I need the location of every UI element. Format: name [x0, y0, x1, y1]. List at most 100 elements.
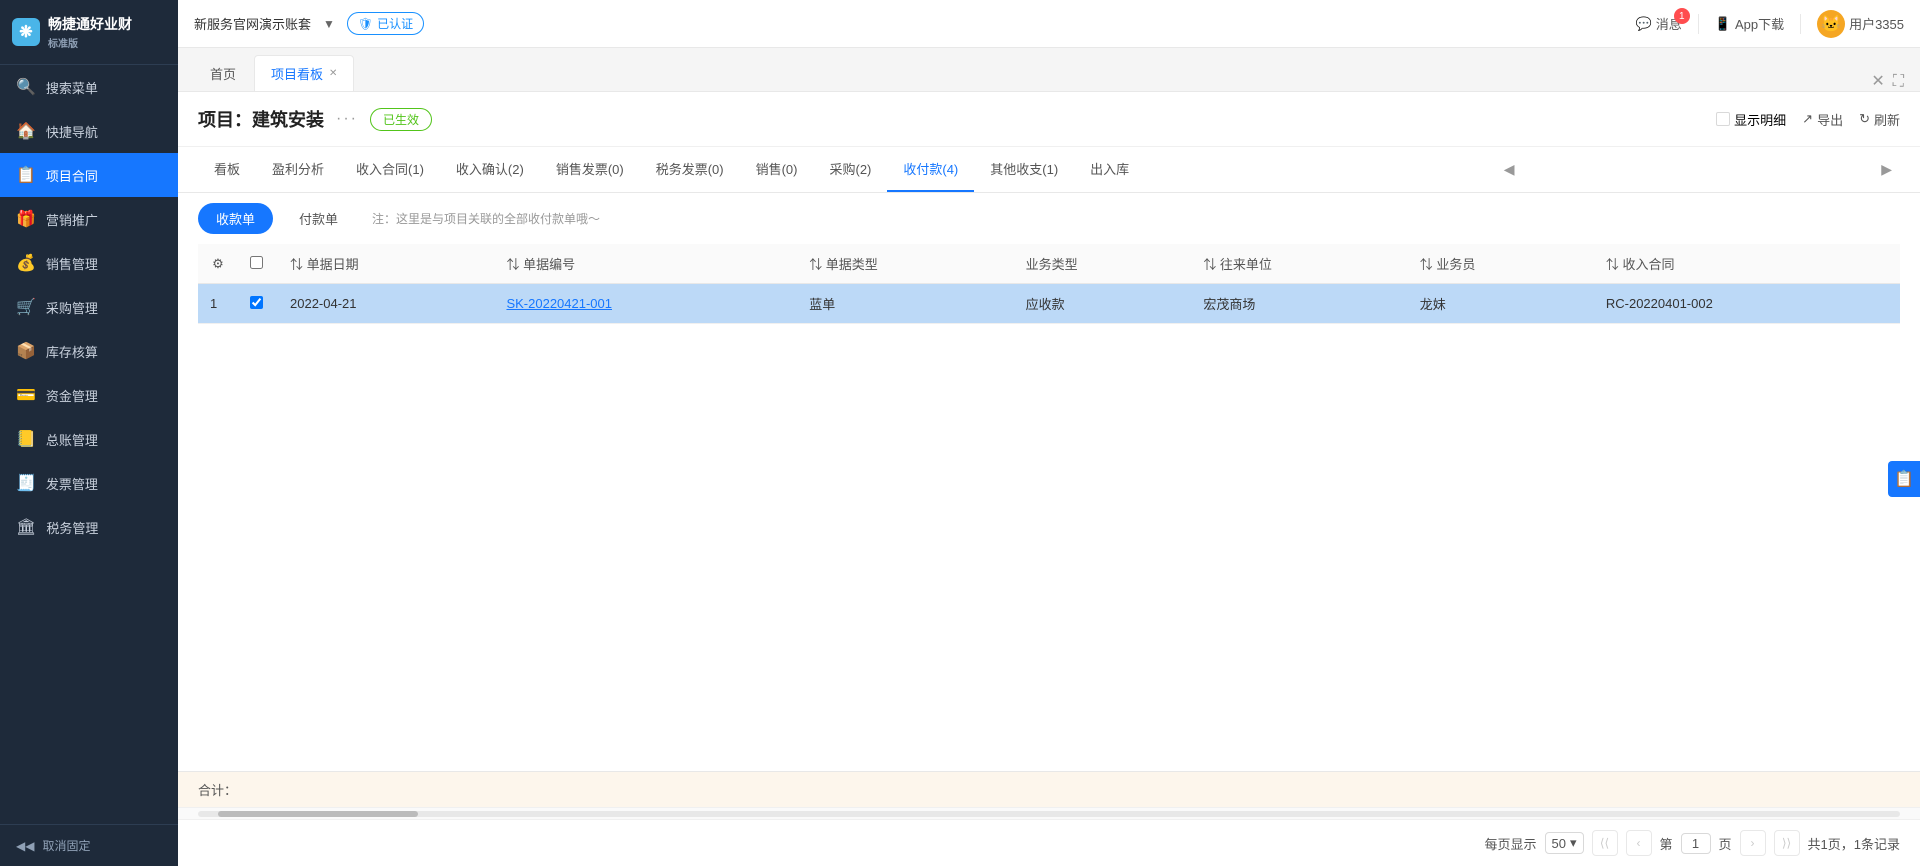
refresh-btn[interactable]: ↻ 刷新	[1859, 110, 1900, 129]
message-icon: 💬	[1636, 16, 1652, 32]
date-column-header[interactable]: ⇅ 单据日期	[278, 244, 494, 284]
salesman-column-header[interactable]: ⇅ 业务员	[1408, 244, 1594, 284]
sidebar-item-label: 库存核算	[46, 342, 98, 361]
sub-nav-item-profit[interactable]: 盈利分析	[256, 147, 340, 192]
page-suffix: 页	[1719, 834, 1732, 853]
show-detail-toggle[interactable]: 显示明细	[1716, 110, 1786, 129]
messages-badge: 1	[1674, 8, 1690, 24]
sub-nav-item-stock[interactable]: 出入库	[1074, 147, 1145, 192]
tab-maximize-btn[interactable]: ⛶	[1893, 73, 1904, 91]
row-number[interactable]: SK-20220421-001	[494, 284, 797, 324]
user-action[interactable]: 🐱 用户3355	[1817, 10, 1904, 38]
tab-close-window-btn[interactable]: ✕	[1871, 71, 1884, 91]
prev-page-btn[interactable]: ‹	[1626, 830, 1652, 856]
sidebar-item-quick-nav[interactable]: 🏠 快捷导航	[0, 109, 178, 153]
unpin-label: 取消固定	[42, 837, 90, 854]
sub-nav-item-sales-invoice[interactable]: 销售发票(0)	[540, 147, 640, 192]
table-row[interactable]: 1 2022-04-21 SK-20220421-001 蓝单 应收款 宏茂商场…	[198, 284, 1900, 324]
sidebar-item-label: 资金管理	[46, 386, 98, 405]
sidebar-item-invoice[interactable]: 🧾 发票管理	[0, 461, 178, 505]
row-index: 1	[198, 284, 238, 324]
app-download-action[interactable]: 📱 App下载	[1715, 14, 1784, 33]
tab-close-icon[interactable]: ✕	[329, 68, 337, 79]
row-type: 蓝单	[797, 284, 1013, 324]
project-title: 项目：建筑安装	[198, 106, 324, 132]
last-page-btn[interactable]: ⟩⟩	[1774, 830, 1800, 856]
page-label: 第	[1660, 834, 1673, 853]
verified-text: 已认证	[377, 15, 413, 32]
demo-account-dropdown[interactable]: ▼	[319, 15, 339, 33]
sub-nav-item-other[interactable]: 其他收支(1)	[974, 147, 1074, 192]
sub-nav-item-purchase[interactable]: 采购(2)	[813, 147, 887, 192]
sidebar-item-sales[interactable]: 💰 销售管理	[0, 241, 178, 285]
search-icon: 🔍	[16, 77, 36, 97]
sidebar-item-search[interactable]: 🔍 搜索菜单	[0, 65, 178, 109]
more-btn[interactable]: ···	[336, 110, 358, 128]
scrollbar-thumb[interactable]	[218, 811, 418, 817]
receipts-table: ⚙ ⇅ 单据日期 ⇅ 单据编号 ⇅ 单据类型 业务类型 ⇅ 往来单位 ⇅ 业务员…	[198, 244, 1900, 324]
sub-nav-item-income-confirm[interactable]: 收入确认(2)	[440, 147, 540, 192]
sidebar-item-inventory[interactable]: 📦 库存核算	[0, 329, 178, 373]
sidebar-item-purchase[interactable]: 🛒 采购管理	[0, 285, 178, 329]
contract-column-header[interactable]: ⇅ 收入合同	[1594, 244, 1900, 284]
number-column-header[interactable]: ⇅ 单据编号	[494, 244, 797, 284]
first-page-btn[interactable]: ⟨⟨	[1592, 830, 1618, 856]
sidebar-item-label: 快捷导航	[46, 122, 98, 141]
content: 项目：建筑安装 ··· 已生效 显示明细 ↗ 导出 ↻ 刷新	[178, 92, 1920, 866]
per-page-dropdown-icon: ▾	[1570, 835, 1577, 851]
sub-nav-item-kanban[interactable]: 看板	[198, 147, 256, 192]
sidebar-item-label: 采购管理	[46, 298, 98, 317]
main-area: 新服务官网演示账套 ▼ 🛡 已认证 💬 消息 1 📱 App下载 🐱 用户335…	[178, 0, 1920, 866]
scrollbar-track[interactable]	[198, 811, 1900, 817]
sidebar-item-tax[interactable]: 🏛 税务管理	[0, 505, 178, 549]
sub-nav-item-sales[interactable]: 销售(0)	[740, 147, 814, 192]
sidebar-item-ledger[interactable]: 📒 总账管理	[0, 417, 178, 461]
mobile-icon: 📱	[1715, 16, 1731, 32]
messages-action[interactable]: 💬 消息 1	[1636, 14, 1682, 33]
row-checkbox[interactable]	[238, 284, 278, 324]
user-label: 用户3355	[1849, 14, 1904, 33]
sidebar-item-project-contract[interactable]: 📋 项目合同	[0, 153, 178, 197]
partner-column-header[interactable]: ⇅ 往来单位	[1191, 244, 1407, 284]
tab-hint: 注：这里是与项目关联的全部收付款单哦～	[372, 210, 600, 227]
shield-icon: 🛡	[358, 17, 373, 31]
sales-icon: 💰	[16, 253, 36, 273]
tab-project-board-label: 项目看板	[271, 64, 323, 83]
sub-nav-prev-arrow[interactable]: ◀	[1496, 153, 1523, 186]
row-salesman: 龙妹	[1408, 284, 1594, 324]
row-partner: 宏茂商场	[1191, 284, 1407, 324]
sidebar-footer-unpin[interactable]: ◀◀ 取消固定	[0, 824, 178, 866]
payment-tab-btn[interactable]: 付款单	[281, 203, 356, 234]
settings-column-header[interactable]: ⚙	[198, 244, 238, 284]
verified-badge: 🛡 已认证	[347, 12, 424, 35]
divider2	[1800, 14, 1801, 34]
sub-nav-item-tax-invoice[interactable]: 税务发票(0)	[640, 147, 740, 192]
show-detail-checkbox[interactable]	[1716, 112, 1730, 126]
sidebar-item-finance[interactable]: 💳 资金管理	[0, 373, 178, 417]
export-btn[interactable]: ↗ 导出	[1802, 110, 1843, 129]
per-page-value: 50	[1552, 836, 1566, 851]
select-all-checkbox[interactable]	[250, 256, 263, 269]
sidebar-scroll: 🔍 搜索菜单 🏠 快捷导航 📋 项目合同 🎁 营销推广 💰 销售管理 🛒 采购管…	[0, 65, 178, 824]
type-column-header[interactable]: ⇅ 单据类型	[797, 244, 1013, 284]
invoice-icon: 🧾	[16, 473, 36, 493]
total-info: 共1页，1条记录	[1808, 834, 1900, 853]
tab-project-board[interactable]: 项目看板 ✕	[254, 55, 354, 91]
current-page[interactable]: 1	[1681, 833, 1711, 854]
sub-nav-item-payment[interactable]: 收付款(4)	[887, 147, 974, 192]
app-download-label: App下载	[1735, 14, 1784, 33]
tabbar: 首页 项目看板 ✕ ✕ ⛶	[178, 48, 1920, 92]
total-label: 合计：	[198, 783, 237, 798]
side-float-btn[interactable]: 📋	[1888, 461, 1920, 497]
per-page-select[interactable]: 50 ▾	[1545, 832, 1584, 854]
row-contract: RC-20220401-002	[1594, 284, 1900, 324]
tab-home[interactable]: 首页	[194, 56, 252, 91]
next-page-btn[interactable]: ›	[1740, 830, 1766, 856]
sidebar-item-marketing[interactable]: 🎁 营销推广	[0, 197, 178, 241]
contract-icon: 📋	[16, 165, 36, 185]
sub-nav-item-income-contract[interactable]: 收入合同(1)	[340, 147, 440, 192]
scrollbar-row[interactable]	[178, 807, 1920, 819]
row-biz-type: 应收款	[1014, 284, 1192, 324]
sub-nav-next-arrow[interactable]: ▶	[1873, 153, 1900, 186]
receipt-tab-btn[interactable]: 收款单	[198, 203, 273, 234]
